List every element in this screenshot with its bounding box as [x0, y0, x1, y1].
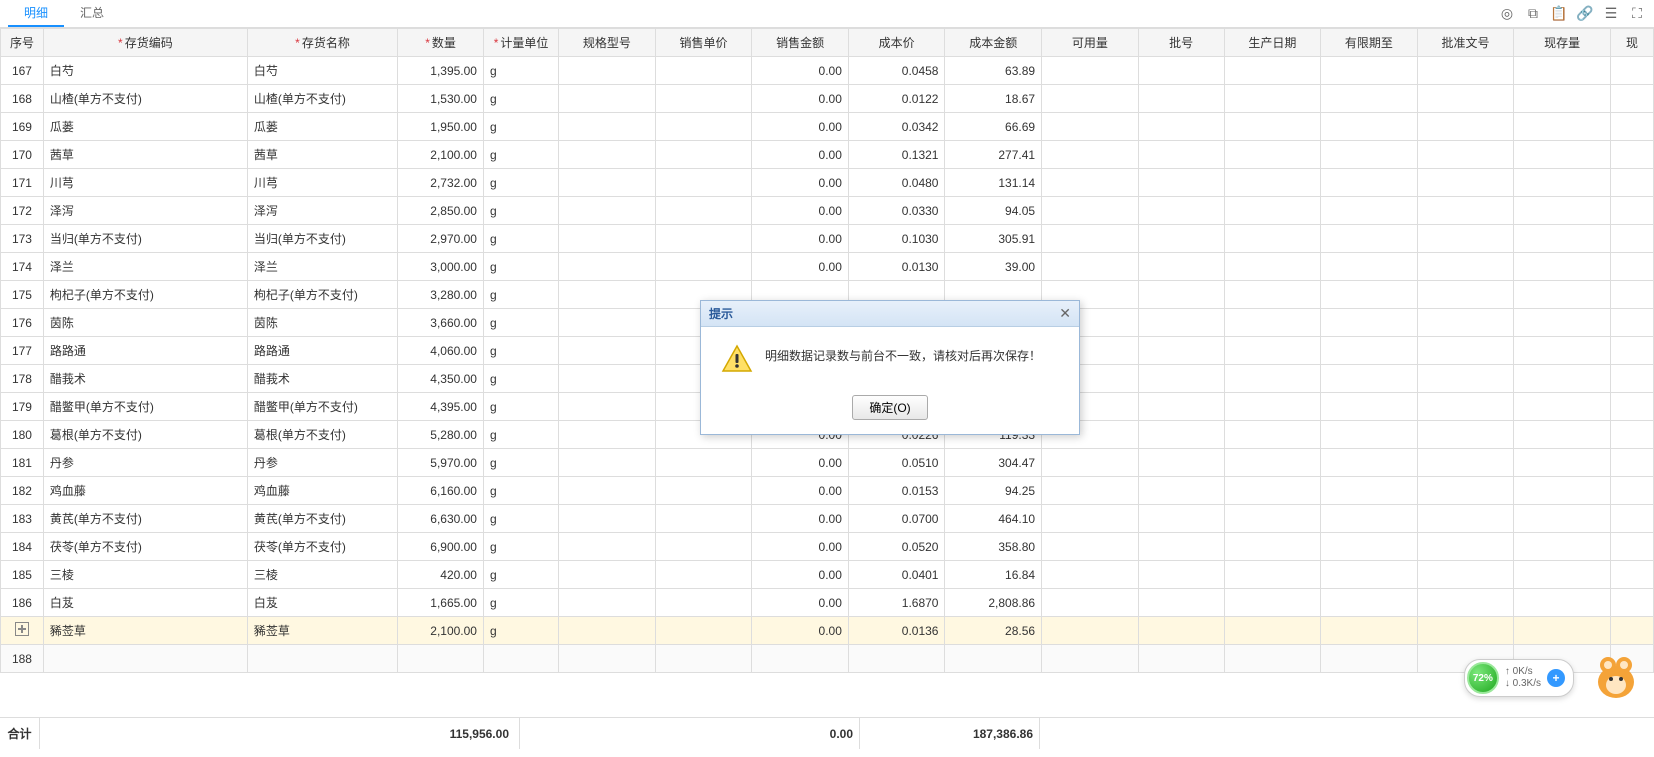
- dialog-message: 明细数据记录数与前台不一致，请核对后再次保存！: [765, 343, 1059, 366]
- close-icon[interactable]: ✕: [1059, 305, 1071, 322]
- ok-button[interactable]: 确定(O): [852, 395, 927, 420]
- warning-icon: [721, 343, 753, 375]
- dialog-title: 提示: [709, 305, 733, 322]
- alert-dialog: 提示 ✕ 明细数据记录数与前台不一致，请核对后再次保存！ 确定(O): [700, 300, 1080, 435]
